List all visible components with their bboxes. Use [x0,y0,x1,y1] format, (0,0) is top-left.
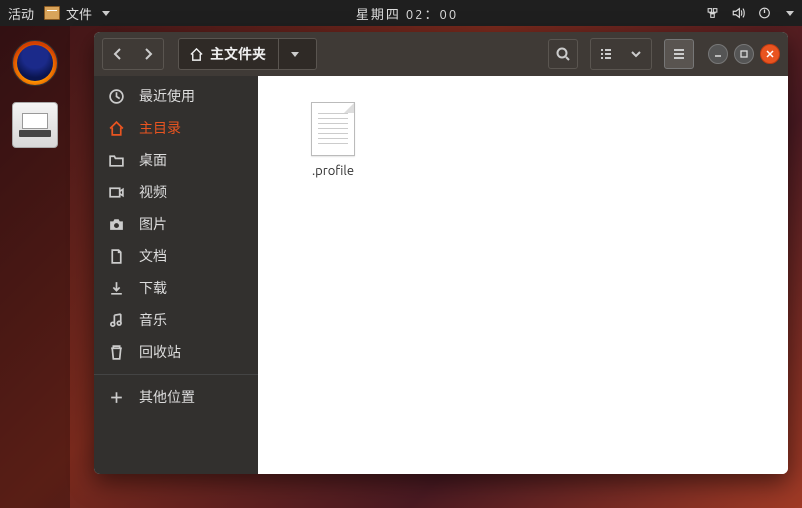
document-icon [311,102,355,156]
sidebar-item-label: 桌面 [139,150,167,170]
search-button[interactable] [548,39,578,69]
sidebar-item-folder[interactable]: 桌面 [94,144,258,176]
music-icon [108,312,125,329]
nav-group [102,38,164,70]
sidebar-item-label: 文档 [139,246,167,266]
sidebar-item-video[interactable]: 视频 [94,176,258,208]
path-dropdown[interactable] [278,39,306,69]
sidebar-item-music[interactable]: 音乐 [94,304,258,336]
sidebar-item-label: 图片 [139,214,167,234]
video-icon [108,184,125,201]
sidebar-item-trash[interactable]: 回收站 [94,336,258,368]
view-group [590,38,652,70]
path-label: 主文件夹 [210,44,266,64]
sidebar-item-label: 下载 [139,278,167,298]
app-menu-label: 文件 [66,4,92,23]
close-button[interactable] [760,44,780,64]
dock-firefox[interactable] [12,40,58,86]
sidebar-item-label: 视频 [139,182,167,202]
home-icon [108,120,125,137]
titlebar: 主文件夹 [94,32,788,76]
maximize-button[interactable] [734,44,754,64]
plus-icon [108,389,125,406]
back-button[interactable] [103,39,133,69]
sidebar-item-doc[interactable]: 文档 [94,240,258,272]
download-icon [108,280,125,297]
path-bar[interactable]: 主文件夹 [178,38,317,70]
sidebar-item-label: 回收站 [139,342,181,362]
top-bar: 活动 文件 星期四 02：00 [0,0,802,26]
chevron-down-icon [102,11,110,16]
sidebar-item-download[interactable]: 下载 [94,272,258,304]
camera-icon [108,216,125,233]
sidebar-item-camera[interactable]: 图片 [94,208,258,240]
content-area[interactable]: .profile [258,76,788,474]
view-list-button[interactable] [591,39,621,69]
sidebar-item-label: 最近使用 [139,86,195,106]
sidebar-item-home[interactable]: 主目录 [94,112,258,144]
trash-icon [108,344,125,361]
home-icon [189,47,204,62]
sidebar-item-label: 其他位置 [139,387,195,407]
sidebar: 最近使用主目录桌面视频图片文档下载音乐回收站其他位置 [94,76,258,474]
sidebar-item-label: 主目录 [139,118,181,138]
file-manager-icon [44,6,60,20]
hamburger-menu-button[interactable] [664,39,694,69]
file-name: .profile [288,164,378,178]
minimize-button[interactable] [708,44,728,64]
sidebar-item-label: 音乐 [139,310,167,330]
file-manager-window: 主文件夹 最近使用主目录桌面视频图片文档下载音乐回收站其他位置 .profile [94,32,788,474]
file-item[interactable]: .profile [288,102,378,178]
view-dropdown-button[interactable] [621,39,651,69]
app-menu[interactable]: 文件 [44,4,110,23]
forward-button[interactable] [133,39,163,69]
clock-icon [108,88,125,105]
doc-icon [108,248,125,265]
sidebar-item-clock[interactable]: 最近使用 [94,80,258,112]
sidebar-item-other[interactable]: 其他位置 [94,381,258,413]
volume-icon[interactable] [730,6,746,20]
clock[interactable]: 星期四 02：00 [110,4,704,23]
power-icon[interactable] [756,6,772,20]
folder-icon [108,152,125,169]
activities-button[interactable]: 活动 [8,4,34,23]
network-icon[interactable] [704,6,720,20]
system-menu-chevron-icon[interactable] [786,11,794,16]
dock [0,26,70,508]
window-controls [708,44,780,64]
dock-files[interactable] [12,102,58,148]
